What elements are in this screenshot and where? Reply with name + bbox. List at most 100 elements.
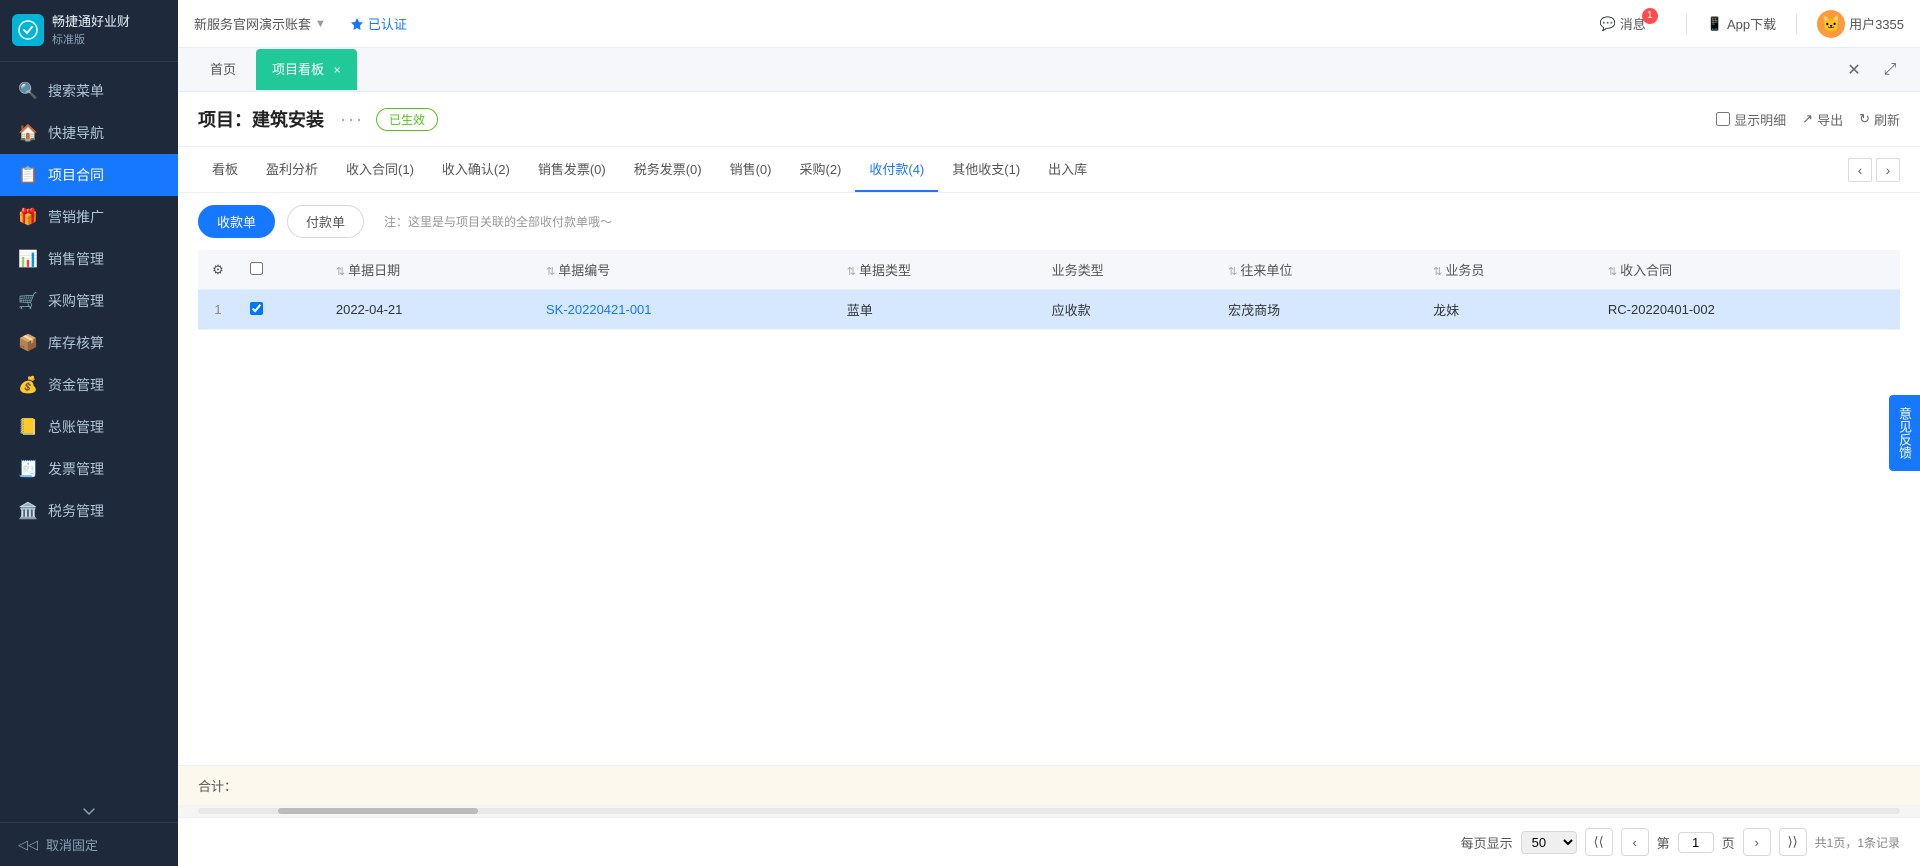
sidebar-item-invoice[interactable]: 🧾发票管理: [0, 448, 178, 490]
tab-home-label: 首页: [210, 62, 236, 77]
verified-badge: 已认证: [350, 14, 407, 33]
salesman-header[interactable]: 业务员: [1421, 250, 1596, 290]
sub-tab-receipt[interactable]: 收付款(4): [855, 147, 938, 192]
tax-icon: 🏛️: [18, 501, 38, 521]
row-salesman: 龙妹: [1421, 290, 1596, 330]
user-profile[interactable]: 🐱 用户3355: [1817, 10, 1904, 38]
sub-tab-income-confirm[interactable]: 收入确认(2): [428, 147, 524, 192]
close-window-button[interactable]: ✕: [1840, 56, 1868, 84]
payment-filter-button[interactable]: 付款单: [287, 205, 364, 238]
sidebar-item-marketing[interactable]: 🎁营销推广: [0, 196, 178, 238]
next-page-button[interactable]: ›: [1743, 828, 1771, 856]
row-type: 蓝单: [835, 290, 1040, 330]
topbar: 新服务官网演示账套 ▼ 已认证 💬 消息 1 📱 App下载 🐱 用户3: [178, 0, 1920, 48]
phone-icon: 📱: [1707, 16, 1723, 32]
page-input[interactable]: [1678, 832, 1714, 853]
income-contract-header[interactable]: 收入合同: [1596, 250, 1900, 290]
inventory-icon: 📦: [18, 333, 38, 353]
scrollbar-thumb[interactable]: [278, 808, 478, 814]
divider: [1686, 14, 1687, 34]
settings-header[interactable]: ⚙: [198, 250, 238, 290]
maximize-window-button[interactable]: ⤢: [1876, 56, 1904, 84]
sidebar-item-search[interactable]: 🔍搜索菜单: [0, 70, 178, 112]
sidebar-item-label: 营销推广: [48, 207, 104, 227]
sidebar-item-funds[interactable]: 💰资金管理: [0, 364, 178, 406]
show-detail-checkbox[interactable]: [1716, 112, 1730, 126]
app-title-block: 畅捷通好业财 标准版: [52, 14, 130, 47]
sub-tab-sales-invoice[interactable]: 销售发票(0): [524, 147, 620, 192]
table-body: 1 2022-04-21 SK-20220421-001 蓝单 应收款 宏茂商场…: [198, 290, 1900, 330]
search-icon: 🔍: [18, 81, 38, 101]
sidebar-item-label: 税务管理: [48, 501, 104, 521]
date-header[interactable]: 单据日期: [324, 250, 534, 290]
feedback-button[interactable]: 意见反馈: [1889, 395, 1920, 471]
sidebar-item-ledger[interactable]: 📒总账管理: [0, 406, 178, 448]
export-label: 导出: [1817, 110, 1843, 129]
sub-tab-kanban[interactable]: 看板: [198, 147, 252, 192]
sub-tabs-next-button[interactable]: ›: [1876, 158, 1900, 182]
app-edition: 标准版: [52, 31, 130, 47]
row-checkbox[interactable]: [238, 290, 324, 330]
row-number[interactable]: SK-20220421-001: [534, 290, 835, 330]
select-all-checkbox[interactable]: [250, 262, 263, 275]
sidebar-item-tax[interactable]: 🏛️ 税务管理: [0, 490, 178, 532]
number-header[interactable]: 单据编号: [534, 250, 835, 290]
sidebar-item-label: 发票管理: [48, 459, 104, 479]
sidebar-item-purchase[interactable]: 🛒采购管理: [0, 280, 178, 322]
main-area: 新服务官网演示账套 ▼ 已认证 💬 消息 1 📱 App下载 🐱 用户3: [178, 0, 1920, 866]
account-selector[interactable]: 新服务官网演示账套 ▼: [194, 14, 326, 33]
date-header-label: 单据日期: [348, 263, 400, 278]
tab-project-board[interactable]: 项目看板 ×: [256, 49, 357, 90]
sub-tabs-prev-button[interactable]: ‹: [1848, 158, 1872, 182]
user-avatar: 🐱: [1817, 10, 1845, 38]
sub-tab-other-expense[interactable]: 其他收支(1): [938, 147, 1034, 192]
partner-header[interactable]: 往来单位: [1216, 250, 1421, 290]
page-size-select[interactable]: 50 10 20 100: [1521, 831, 1577, 854]
sub-tab-warehouse[interactable]: 出入库: [1034, 147, 1101, 192]
row-select-checkbox[interactable]: [250, 302, 263, 315]
sidebar-item-shortcut[interactable]: 🏠快捷导航: [0, 112, 178, 154]
user-label: 用户3355: [1849, 14, 1904, 33]
row-number-link[interactable]: SK-20220421-001: [546, 302, 652, 317]
sidebar-scroll: [0, 800, 178, 822]
partner-header-label: 往来单位: [1240, 263, 1292, 278]
scrollbar-track[interactable]: [198, 808, 1900, 814]
project-title: 项目：建筑安装: [198, 106, 324, 132]
prev-page-button[interactable]: ‹: [1621, 828, 1649, 856]
sub-tab-income-contract[interactable]: 收入合同(1): [332, 147, 428, 192]
sidebar-item-contract[interactable]: 📋项目合同: [0, 154, 178, 196]
sales-icon: 📊: [18, 249, 38, 269]
sidebar-item-label: 总账管理: [48, 417, 104, 437]
sub-tab-profit[interactable]: 盈利分析: [252, 147, 332, 192]
receipt-filter-button[interactable]: 收款单: [198, 205, 275, 238]
app-download-button[interactable]: 📱 App下载: [1707, 14, 1776, 33]
message-icon: 💬: [1600, 16, 1616, 32]
project-header-actions: 显示明细 ↗ 导出 ↻ 刷新: [1716, 110, 1900, 129]
sidebar-header: 畅捷通好业财 标准版: [0, 0, 178, 62]
app-name: 畅捷通好业财: [52, 14, 130, 31]
sub-tab-purchase[interactable]: 采购(2): [785, 147, 855, 192]
export-button[interactable]: ↗ 导出: [1802, 110, 1843, 129]
type-header[interactable]: 单据类型: [835, 250, 1040, 290]
checkbox-header[interactable]: [238, 250, 324, 290]
show-detail-action[interactable]: 显示明细: [1716, 110, 1786, 129]
notification-badge: 1: [1642, 8, 1658, 24]
last-page-button[interactable]: ⟩⟩: [1779, 828, 1807, 856]
sidebar-footer[interactable]: ◁◁ 取消固定: [0, 822, 178, 866]
settings-icon[interactable]: ⚙: [212, 262, 224, 277]
sub-tab-tax-invoice[interactable]: 税务发票(0): [620, 147, 716, 192]
table-footer: 合计：: [178, 765, 1920, 805]
sub-tab-sales[interactable]: 销售(0): [716, 147, 786, 192]
sidebar-item-label: 销售管理: [48, 249, 104, 269]
tab-actions: ✕ ⤢: [1840, 56, 1904, 84]
message-button[interactable]: 💬 消息 1: [1600, 14, 1666, 33]
tab-close-icon[interactable]: ×: [334, 63, 341, 77]
table-row[interactable]: 1 2022-04-21 SK-20220421-001 蓝单 应收款 宏茂商场…: [198, 290, 1900, 330]
show-detail-label: 显示明细: [1734, 110, 1786, 129]
tab-home[interactable]: 首页: [194, 49, 252, 90]
first-page-button[interactable]: ⟨⟨: [1585, 828, 1613, 856]
sidebar-item-inventory[interactable]: 📦库存核算: [0, 322, 178, 364]
project-more-icon[interactable]: ···: [340, 109, 364, 130]
refresh-button[interactable]: ↻ 刷新: [1859, 110, 1900, 129]
sidebar-item-sales[interactable]: 📊 销售管理: [0, 238, 178, 280]
